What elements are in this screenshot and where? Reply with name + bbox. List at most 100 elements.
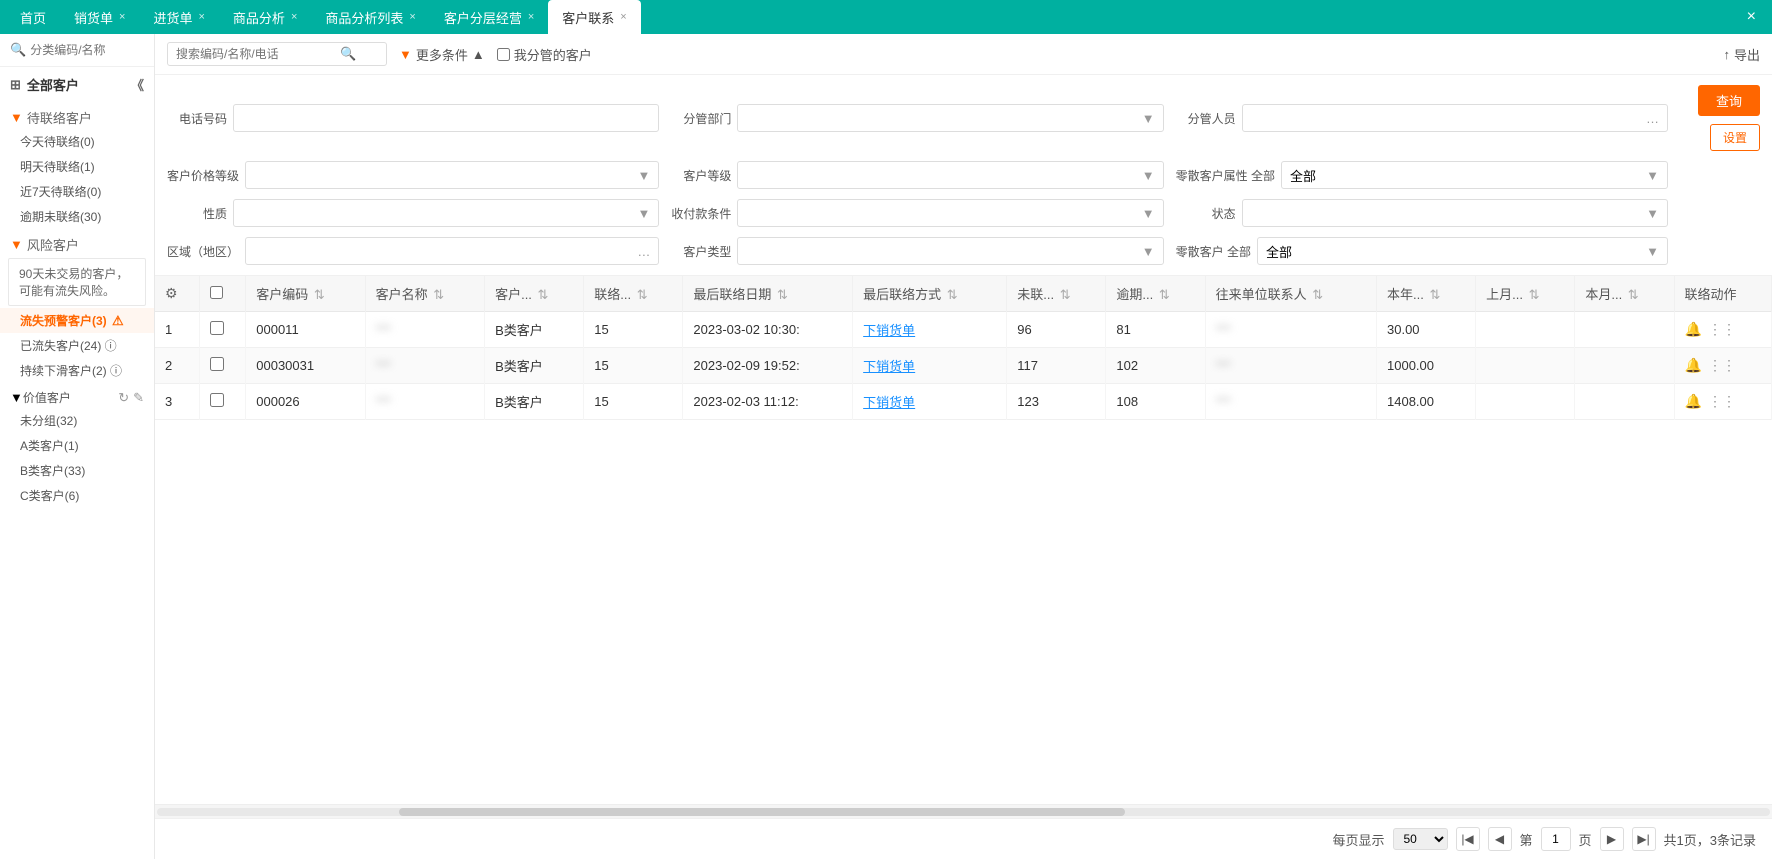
dept-select[interactable]: ▼ — [737, 104, 1163, 132]
tab-sales-close[interactable]: × — [119, 11, 125, 23]
retail-attr-select[interactable]: 全部 ▼ — [1281, 161, 1668, 189]
col-this-year[interactable]: 本年... ⇅ — [1377, 276, 1476, 312]
search-input[interactable] — [176, 47, 336, 61]
col-this-month[interactable]: 本月... ⇅ — [1575, 276, 1674, 312]
gear-icon[interactable]: ⚙ — [165, 285, 178, 301]
tab-customer-tier[interactable]: 客户分层经营 × — [430, 0, 548, 34]
more-actions-icon[interactable]: ⋮⋮ — [1708, 357, 1736, 374]
col-last-date[interactable]: 最后联络日期 ⇅ — [683, 276, 853, 312]
edit-icon[interactable]: ✎ — [133, 390, 144, 406]
cell-last-date: 2023-03-02 10:30: — [683, 312, 853, 348]
person-select[interactable]: … — [1242, 104, 1668, 132]
col-settings[interactable]: ⚙ — [155, 276, 199, 312]
filter-dept: 分管部门 ▼ — [671, 104, 1163, 132]
next-page-btn[interactable]: ▶ — [1600, 827, 1624, 851]
sidebar-item-tomorrow[interactable]: 明天待联络(1) — [0, 154, 154, 179]
my-customers-checkbox-wrap[interactable]: 我分管的客户 — [497, 45, 592, 64]
cell-index: 3 — [155, 384, 199, 420]
first-page-btn[interactable]: |◀ — [1456, 827, 1480, 851]
tab-product-list[interactable]: 商品分析列表 × — [311, 0, 429, 34]
col-overdue[interactable]: 逾期... ⇅ — [1106, 276, 1205, 312]
tab-product-analysis-close[interactable]: × — [291, 11, 297, 23]
sort-icon-overdue: ⇅ — [1159, 287, 1170, 302]
tab-customer-contact[interactable]: 客户联系 × — [548, 0, 640, 34]
horizontal-scrollbar[interactable] — [155, 804, 1772, 818]
window-close-button[interactable]: × — [1737, 8, 1766, 26]
row-checkbox[interactable] — [210, 357, 224, 371]
col-contact-count[interactable]: 联络... ⇅ — [584, 276, 683, 312]
retail-customer-label: 零散客户 全部 — [1176, 243, 1251, 260]
all-customers-header[interactable]: ⊞ 全部客户 《 — [0, 67, 154, 102]
sidebar-item-declining[interactable]: 持续下滑客户(2) ⓘ — [0, 358, 154, 383]
row-checkbox[interactable] — [210, 393, 224, 407]
sidebar-item-overdue[interactable]: 逾期未联络(30) — [0, 204, 154, 229]
sidebar-search-input[interactable] — [30, 43, 144, 57]
filter-phone: 电话号码 — [167, 104, 659, 132]
sidebar-item-class-c[interactable]: C类客户(6) — [0, 483, 154, 508]
cell-code: 00030031 — [246, 348, 365, 384]
cell-last-method[interactable]: 下销货单 — [853, 384, 1007, 420]
scrollbar-thumb[interactable] — [399, 808, 1125, 816]
tab-purchase-close[interactable]: × — [198, 11, 204, 23]
tab-product-analysis[interactable]: 商品分析 × — [219, 0, 311, 34]
cell-last-method[interactable]: 下销货单 — [853, 348, 1007, 384]
payment-select[interactable]: ▼ — [737, 199, 1163, 227]
region-select[interactable]: … — [245, 237, 659, 265]
more-conditions-btn[interactable]: ▼ 更多条件 ▲ — [399, 45, 485, 64]
sidebar-item-unclassified[interactable]: 未分组(32) — [0, 408, 154, 433]
tab-customer-contact-close[interactable]: × — [620, 11, 626, 23]
customer-type-select[interactable]: ▼ — [737, 237, 1163, 265]
tab-product-list-close[interactable]: × — [409, 11, 415, 23]
settings-button[interactable]: 设置 — [1710, 124, 1760, 151]
phone-input[interactable] — [233, 104, 659, 132]
cell-last-method[interactable]: 下销货单 — [853, 312, 1007, 348]
customer-type-label: 客户类型 — [671, 243, 731, 260]
select-all-checkbox[interactable] — [210, 286, 223, 299]
sidebar-item-churned[interactable]: 已流失客户(24) ⓘ — [0, 333, 154, 358]
more-actions-icon[interactable]: ⋮⋮ — [1708, 321, 1736, 338]
col-not-contacted[interactable]: 未联... ⇅ — [1007, 276, 1106, 312]
nature-select[interactable]: ▼ — [233, 199, 659, 227]
my-customers-checkbox[interactable] — [497, 48, 510, 61]
tab-sales[interactable]: 销货单 × — [60, 0, 139, 34]
sidebar-item-today[interactable]: 今天待联络(0) — [0, 129, 154, 154]
sidebar-item-7days[interactable]: 近7天待联络(0) — [0, 179, 154, 204]
tab-home[interactable]: 首页 — [6, 0, 60, 34]
contact-icon[interactable]: 🔔 — [1685, 321, 1702, 338]
retail-customer-select[interactable]: 全部 ▼ — [1257, 237, 1668, 265]
col-name[interactable]: 客户名称 ⇅ — [365, 276, 484, 312]
price-level-select[interactable]: ▼ — [245, 161, 659, 189]
customer-type-arrow: ▼ — [1142, 244, 1155, 259]
sort-icon-contact: ⇅ — [637, 287, 648, 302]
sort-icon-month: ⇅ — [1628, 287, 1639, 302]
cell-check[interactable] — [199, 384, 246, 420]
last-page-btn[interactable]: ▶| — [1632, 827, 1656, 851]
col-last-month[interactable]: 上月... ⇅ — [1476, 276, 1575, 312]
col-check[interactable] — [199, 276, 246, 312]
export-button[interactable]: ↑ 导出 — [1723, 45, 1760, 64]
sidebar-item-class-b[interactable]: B类客户(33) — [0, 458, 154, 483]
col-type[interactable]: 客户... ⇅ — [485, 276, 584, 312]
per-page-select[interactable]: 50 20 100 — [1393, 828, 1448, 850]
more-actions-icon[interactable]: ⋮⋮ — [1708, 393, 1736, 410]
page-label: 第 — [1520, 830, 1533, 849]
sidebar-item-class-a[interactable]: A类客户(1) — [0, 433, 154, 458]
status-select[interactable]: ▼ — [1242, 199, 1668, 227]
col-unit-contact[interactable]: 往来单位联系人 ⇅ — [1205, 276, 1376, 312]
row-checkbox[interactable] — [210, 321, 224, 335]
cell-check[interactable] — [199, 348, 246, 384]
search-submit-icon[interactable]: 🔍 — [340, 46, 356, 62]
sidebar-item-churn-warning[interactable]: 流失预警客户(3) ⚠ — [0, 308, 154, 333]
tab-purchase[interactable]: 进货单 × — [139, 0, 218, 34]
col-last-method[interactable]: 最后联络方式 ⇅ — [853, 276, 1007, 312]
cell-check[interactable] — [199, 312, 246, 348]
refresh-icon[interactable]: ↻ — [118, 390, 129, 406]
contact-icon[interactable]: 🔔 — [1685, 393, 1702, 410]
query-button[interactable]: 查询 — [1698, 85, 1760, 116]
page-number-input[interactable] — [1541, 827, 1571, 851]
customer-level-select[interactable]: ▼ — [737, 161, 1163, 189]
col-code[interactable]: 客户编码 ⇅ — [246, 276, 365, 312]
contact-icon[interactable]: 🔔 — [1685, 357, 1702, 374]
tab-customer-tier-close[interactable]: × — [528, 11, 534, 23]
prev-page-btn[interactable]: ◀ — [1488, 827, 1512, 851]
